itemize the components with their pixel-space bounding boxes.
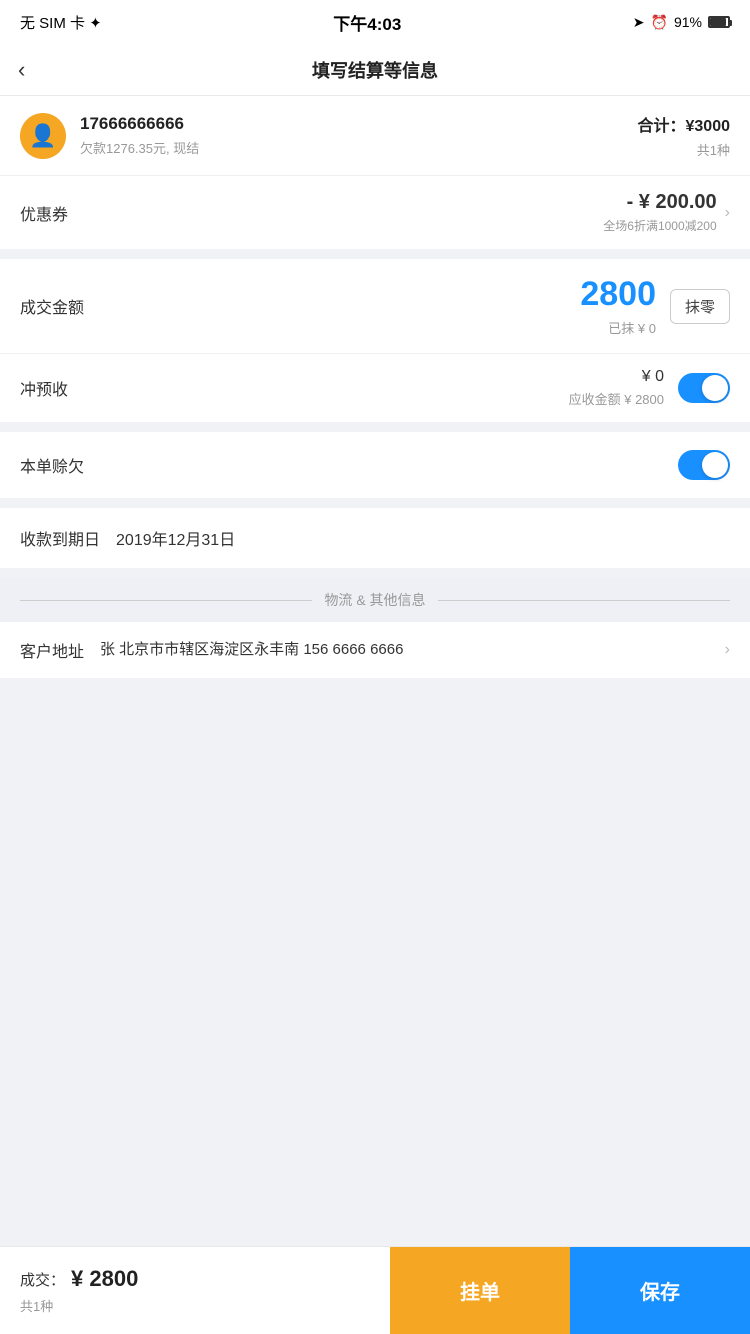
address-row[interactable]: 客户地址 张 北京市市辖区海淀区永丰南 156 6666 6666 › (0, 622, 750, 678)
bottom-deal-amount: ¥ 2800 (71, 1266, 138, 1292)
sim-label: 无 SIM 卡 ✦ (20, 12, 102, 33)
customer-phone: 17666666666 (80, 114, 637, 134)
amount-section: 成交金额 2800 已抹 ¥ 0 抹零 冲预收 ¥ 0 应收金额 ¥ 2800 (0, 259, 750, 422)
status-bar: 无 SIM 卡 ✦ 下午4:03 ➤ ⏰ 91% (0, 0, 750, 44)
divider-line-left (20, 600, 312, 601)
total-label: 合计： (637, 118, 685, 135)
bottom-bar: 成交： ¥ 2800 共1种 挂单 保存 (0, 1246, 750, 1334)
duedate-row: 收款到期日 2019年12月31日 (0, 508, 750, 568)
empty-space (0, 678, 750, 758)
nav-bar: ‹ 填写结算等信息 (0, 44, 750, 96)
avatar-icon: 👤 (29, 123, 56, 149)
hold-button[interactable]: 挂单 (390, 1247, 570, 1334)
status-time: 下午4:03 (333, 10, 401, 35)
prereceive-right: ¥ 0 应收金额 ¥ 2800 (569, 368, 730, 408)
debt-toggle[interactable] (678, 450, 730, 480)
customer-debt: 欠款1276.35元, 现结 (80, 138, 637, 157)
divider-section: 物流 & 其他信息 (0, 578, 750, 622)
debt-label: 本单赊欠 (20, 453, 84, 477)
deal-amount-row: 成交金额 2800 已抹 ¥ 0 抹零 (0, 259, 750, 353)
prereceive-toggle[interactable] (678, 373, 730, 403)
save-button[interactable]: 保存 (570, 1247, 750, 1334)
back-button[interactable]: ‹ (18, 57, 25, 83)
address-label: 客户地址 (20, 638, 100, 662)
battery-icon (708, 16, 730, 28)
coupon-label: 优惠券 (20, 201, 68, 225)
duedate-value: 2019年12月31日 (116, 526, 235, 550)
coupon-desc: 全场6折满1000减200 (603, 217, 716, 234)
prereceive-label: 冲预收 (20, 376, 68, 400)
customer-total: 合计：¥3000 共1种 (637, 112, 730, 159)
deal-amount-sub: 已抹 ¥ 0 (580, 318, 656, 337)
prereceive-row: 冲预收 ¥ 0 应收金额 ¥ 2800 (0, 353, 750, 422)
address-chevron-icon: › (725, 641, 730, 659)
deal-amount-label: 成交金额 (20, 294, 84, 318)
bottom-deal-count: 共1种 (20, 1296, 370, 1315)
deal-amount-right: 2800 已抹 ¥ 0 抹零 (580, 275, 730, 337)
battery-label: 91% (674, 14, 702, 30)
content-area: 👤 17666666666 欠款1276.35元, 现结 合计：¥3000 共1… (0, 96, 750, 858)
alarm-icon: ⏰ (651, 14, 668, 31)
divider-text: 物流 & 其他信息 (312, 590, 437, 610)
bottom-summary: 成交： ¥ 2800 共1种 (0, 1247, 390, 1334)
total-amount: 合计：¥3000 (637, 112, 730, 136)
debt-row: 本单赊欠 (0, 432, 750, 498)
round-button[interactable]: 抹零 (670, 289, 730, 324)
total-value: ¥3000 (686, 118, 731, 135)
bottom-summary-top: 成交： ¥ 2800 (20, 1266, 370, 1292)
customer-card: 👤 17666666666 欠款1276.35元, 现结 合计：¥3000 共1… (0, 96, 750, 249)
prereceive-amount: ¥ 0 (569, 368, 664, 386)
coupon-discount: - ¥ 200.00 (603, 191, 716, 214)
bottom-deal-label: 成交： (20, 1269, 65, 1290)
status-left: 无 SIM 卡 ✦ (20, 12, 102, 33)
duedate-label: 收款到期日 (20, 526, 100, 550)
avatar: 👤 (20, 113, 66, 159)
coupon-chevron-icon: › (725, 204, 730, 222)
status-right: ➤ ⏰ 91% (633, 14, 730, 31)
coupon-right: - ¥ 200.00 全场6折满1000减200 › (603, 191, 730, 234)
coupon-row[interactable]: 优惠券 - ¥ 200.00 全场6折满1000减200 › (0, 175, 750, 249)
customer-info: 17666666666 欠款1276.35元, 现结 (80, 114, 637, 157)
page-title: 填写结算等信息 (312, 57, 438, 83)
location-icon: ➤ (633, 14, 645, 31)
deal-amount-value: 2800 (580, 275, 656, 314)
address-value: 张 北京市市辖区海淀区永丰南 156 6666 6666 (100, 639, 715, 662)
prereceive-receivable: 应收金额 ¥ 2800 (569, 389, 664, 408)
total-count: 共1种 (637, 140, 730, 159)
customer-row: 👤 17666666666 欠款1276.35元, 现结 合计：¥3000 共1… (0, 96, 750, 175)
prereceive-value-block: ¥ 0 应收金额 ¥ 2800 (569, 368, 664, 408)
divider-line-right (438, 600, 730, 601)
